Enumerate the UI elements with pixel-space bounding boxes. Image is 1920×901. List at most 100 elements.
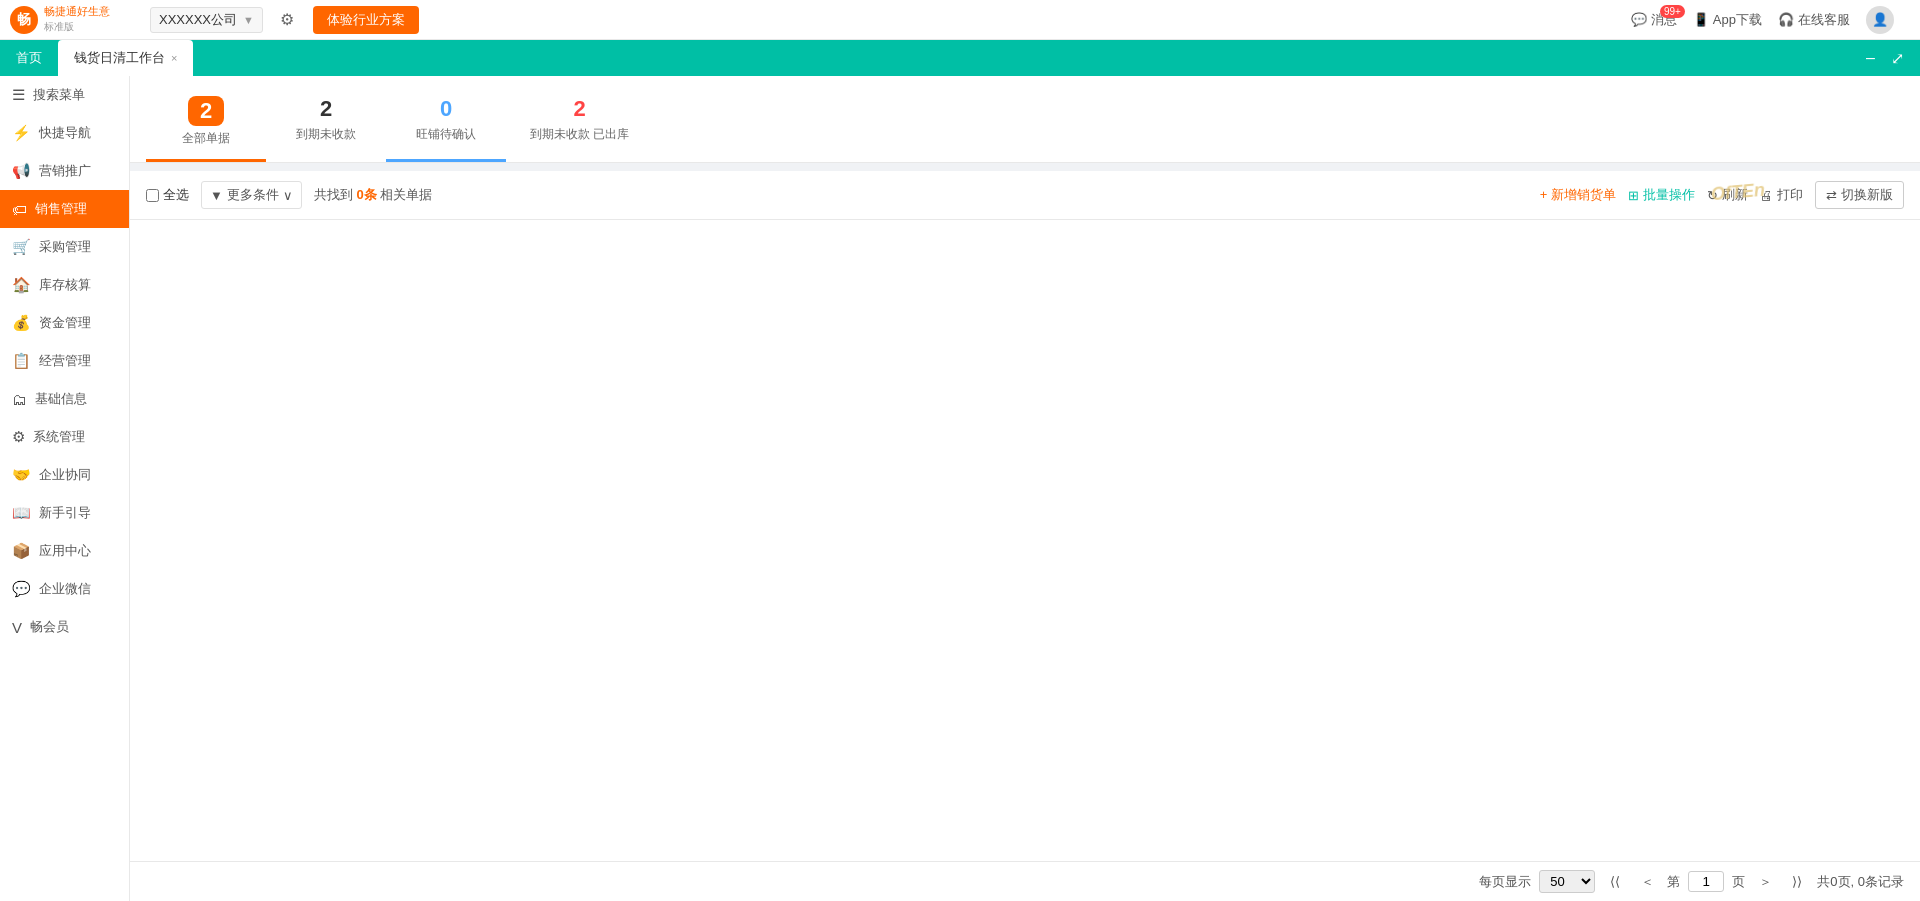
sidebar-item-system[interactable]: ⚙ 系统管理 xyxy=(0,418,129,456)
print-icon: 🖨 xyxy=(1760,188,1773,203)
first-page-button[interactable]: ⟨⟨ xyxy=(1603,870,1627,894)
sidebar-item-guide[interactable]: 📖 新手引导 xyxy=(0,494,129,532)
content-area: 2 全部单据 2 到期未收款 0 旺铺待确认 2 到期未收款 已出库 全选 xyxy=(130,76,1920,901)
sidebar-label-sales: 销售管理 xyxy=(35,200,87,218)
stat-tab-overdue-unshipped[interactable]: 2 到期未收款 已出库 xyxy=(506,88,653,162)
online-service-label: 在线客服 xyxy=(1798,11,1850,29)
tab-active-label: 钱货日清工作台 xyxy=(74,49,165,67)
tab-controls: – ⤢ xyxy=(1862,47,1920,70)
user-icon: 👤 xyxy=(1872,12,1888,27)
search-icon: ☰ xyxy=(12,86,25,104)
company-name: XXXXXX公司 xyxy=(159,11,237,29)
main-layout: ☰ 搜索菜单 ⚡ 快捷导航 📢 营销推广 🏷 销售管理 🛒 采购管理 🏠 库存核… xyxy=(0,76,1920,901)
wangpu-label: 旺铺待确认 xyxy=(416,126,476,143)
sidebar-label-guide: 新手引导 xyxy=(39,504,91,522)
app-download-icon: 📱 xyxy=(1693,12,1709,27)
sidebar-item-cooperation[interactable]: 🤝 企业协同 xyxy=(0,456,129,494)
app-download-item[interactable]: 📱 App下载 xyxy=(1693,11,1762,29)
tab-active[interactable]: 钱货日清工作台 × xyxy=(58,40,193,76)
purchase-icon: 🛒 xyxy=(12,238,31,256)
stat-tab-overdue-unpaid[interactable]: 2 到期未收款 xyxy=(266,88,386,162)
message-icon: 💬 xyxy=(1631,12,1647,27)
logo-area: 畅 畅捷通好生意 标准版 xyxy=(10,5,140,33)
select-all-checkbox[interactable]: 全选 xyxy=(146,186,189,204)
sidebar-item-wechat[interactable]: 💬 企业微信 xyxy=(0,570,129,608)
prev-page-button[interactable]: ＜ xyxy=(1635,870,1659,894)
found-prefix: 共找到 xyxy=(314,187,353,202)
tab-minimize-icon[interactable]: – xyxy=(1862,47,1879,69)
all-count: 2 xyxy=(188,96,224,126)
sidebar-item-finance[interactable]: 💰 资金管理 xyxy=(0,304,129,342)
stat-tab-wangpu[interactable]: 0 旺铺待确认 xyxy=(386,88,506,162)
pagination: 每页显示 50 100 200 ⟨⟨ ＜ 第 页 ＞ ⟩⟩ 共0页, 0条记录 xyxy=(130,861,1920,901)
app-center-icon: 📦 xyxy=(12,542,31,560)
overdue-unshipped-count: 2 xyxy=(574,96,586,122)
logo-icon: 畅 xyxy=(10,6,38,34)
sidebar-item-purchase[interactable]: 🛒 采购管理 xyxy=(0,228,129,266)
wangpu-count: 0 xyxy=(440,96,452,122)
top-header: 畅 畅捷通好生意 标准版 XXXXXX公司 ▼ ⚙ 体验行业方案 💬 消息 99… xyxy=(0,0,1920,40)
batch-operation-button[interactable]: ⊞ 批量操作 xyxy=(1628,186,1695,204)
sidebar-label-quick-nav: 快捷导航 xyxy=(39,124,91,142)
operation-icon: 📋 xyxy=(12,352,31,370)
last-page-button[interactable]: ⟩⟩ xyxy=(1785,870,1809,894)
tab-home[interactable]: 首页 xyxy=(0,40,58,76)
message-item[interactable]: 💬 消息 99+ xyxy=(1631,11,1677,29)
new-sales-order-button[interactable]: + 新增销货单 xyxy=(1540,186,1616,204)
stat-tab-all[interactable]: 2 全部单据 xyxy=(146,88,266,162)
switch-new-version-button[interactable]: ⇄ 切换新版 xyxy=(1815,181,1904,209)
header-right: 💬 消息 99+ 📱 App下载 🎧 在线客服 👤 xyxy=(1631,6,1910,34)
sidebar-item-vip[interactable]: V 畅会员 xyxy=(0,608,129,646)
online-service-item[interactable]: 🎧 在线客服 xyxy=(1778,11,1850,29)
sidebar-item-quick-nav[interactable]: ⚡ 快捷导航 xyxy=(0,114,129,152)
tab-home-label: 首页 xyxy=(16,49,42,67)
stats-tabs: 2 全部单据 2 到期未收款 0 旺铺待确认 2 到期未收款 已出库 xyxy=(130,76,1920,163)
app-download-label: App下载 xyxy=(1713,11,1762,29)
sidebar-item-operation[interactable]: 📋 经营管理 xyxy=(0,342,129,380)
trial-button[interactable]: 体验行业方案 xyxy=(313,6,419,34)
filter-label: 更多条件 xyxy=(227,186,279,204)
batch-icon: ⊞ xyxy=(1628,188,1639,203)
found-count: 0条 xyxy=(357,187,377,202)
avatar[interactable]: 👤 xyxy=(1866,6,1894,34)
print-button[interactable]: 🖨 打印 xyxy=(1760,186,1803,204)
sidebar-label-basic-info: 基础信息 xyxy=(35,390,87,408)
page-input[interactable] xyxy=(1688,871,1724,892)
sidebar-label-cooperation: 企业协同 xyxy=(39,466,91,484)
sidebar-item-marketing[interactable]: 📢 营销推广 xyxy=(0,152,129,190)
sidebar-item-sales[interactable]: 🏷 销售管理 xyxy=(0,190,129,228)
sidebar-label-app-center: 应用中心 xyxy=(39,542,91,560)
chevron-down-icon: ▼ xyxy=(243,14,254,26)
refresh-label: 刷新 xyxy=(1722,186,1748,204)
toolbar: 全选 ▼ 更多条件 ∨ 共找到 0条 相关单据 + 新增销货单 ⊞ 批量操作 ↻… xyxy=(130,171,1920,220)
table-area xyxy=(130,220,1920,861)
sidebar-item-inventory[interactable]: 🏠 库存核算 xyxy=(0,266,129,304)
overdue-unshipped-label: 到期未收款 已出库 xyxy=(530,126,629,143)
company-selector[interactable]: XXXXXX公司 ▼ xyxy=(150,7,263,33)
sidebar-item-basic-info[interactable]: 🗂 基础信息 xyxy=(0,380,129,418)
refresh-button[interactable]: ↻ 刷新 xyxy=(1707,186,1748,204)
sidebar: ☰ 搜索菜单 ⚡ 快捷导航 📢 营销推广 🏷 销售管理 🛒 采购管理 🏠 库存核… xyxy=(0,76,130,901)
sidebar-item-search[interactable]: ☰ 搜索菜单 xyxy=(0,76,129,114)
tab-maximize-icon[interactable]: ⤢ xyxy=(1887,47,1908,70)
select-all-input[interactable] xyxy=(146,189,159,202)
per-page-label: 每页显示 xyxy=(1479,873,1531,891)
total-label: 共0页, 0条记录 xyxy=(1817,873,1904,891)
next-page-button[interactable]: ＞ xyxy=(1753,870,1777,894)
sidebar-item-app-center[interactable]: 📦 应用中心 xyxy=(0,532,129,570)
sales-icon: 🏷 xyxy=(12,201,27,218)
finance-icon: 💰 xyxy=(12,314,31,332)
inventory-icon: 🏠 xyxy=(12,276,31,294)
switch-label: 切换新版 xyxy=(1841,186,1893,204)
wechat-icon: 💬 xyxy=(12,580,31,598)
sidebar-label-purchase: 采购管理 xyxy=(39,238,91,256)
headset-icon: 🎧 xyxy=(1778,12,1794,27)
filter-button[interactable]: ▼ 更多条件 ∨ xyxy=(201,181,302,209)
sidebar-label-search: 搜索菜单 xyxy=(33,86,85,104)
overdue-unpaid-label: 到期未收款 xyxy=(296,126,356,143)
close-icon[interactable]: × xyxy=(171,52,177,64)
settings-icon[interactable]: ⚙ xyxy=(273,6,301,34)
page-unit: 页 xyxy=(1732,873,1745,891)
per-page-select[interactable]: 50 100 200 xyxy=(1539,870,1595,893)
logo-text: 畅捷通好生意 xyxy=(44,5,110,18)
